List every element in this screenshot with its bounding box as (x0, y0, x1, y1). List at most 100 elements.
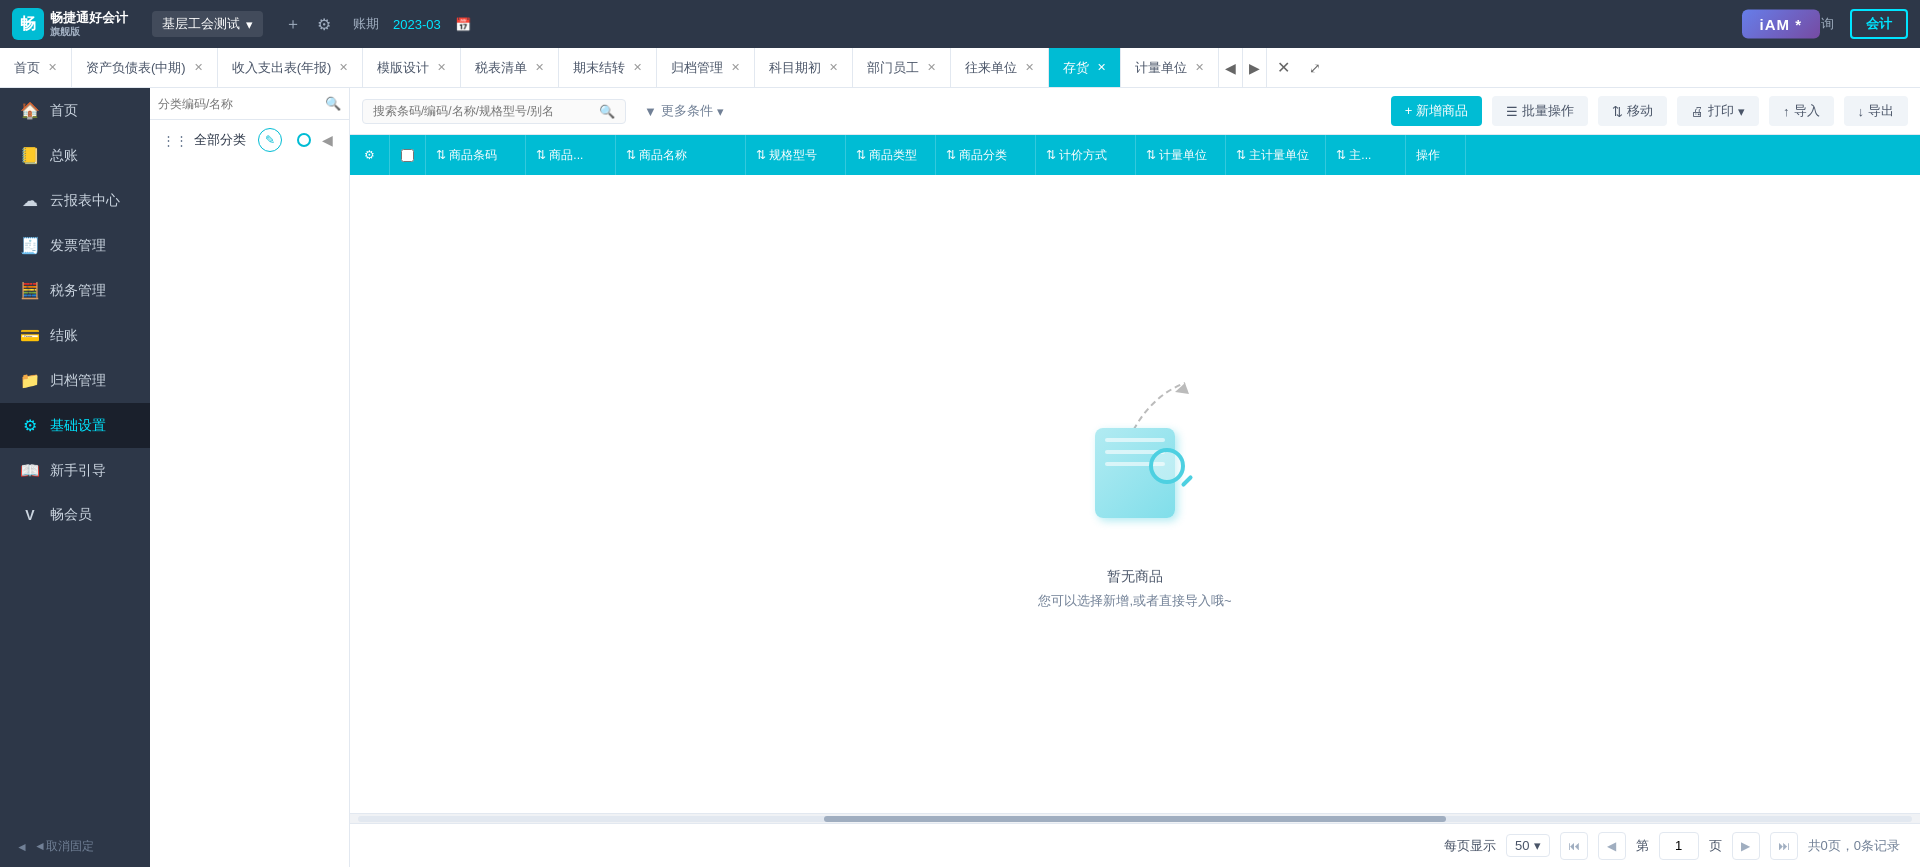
period-label: 账期 (353, 15, 379, 33)
product-search-icon[interactable]: 🔍 (599, 104, 615, 119)
tab-taxlist[interactable]: 税表清单 ✕ (461, 48, 559, 88)
page-number-input[interactable] (1659, 832, 1699, 860)
th-settings[interactable]: ⚙ (350, 135, 390, 175)
product-search-input[interactable] (373, 104, 593, 118)
period-value: 2023-03 (393, 17, 441, 32)
th-type[interactable]: ⇅ 商品类型 (846, 135, 936, 175)
page-size-selector[interactable]: 50 ▾ (1506, 834, 1549, 857)
tab-home[interactable]: 首页 ✕ (0, 48, 72, 88)
th-unit[interactable]: ⇅ 计量单位 (1136, 135, 1226, 175)
th-main-unit[interactable]: ⇅ 主计量单位 (1226, 135, 1326, 175)
th-checkbox[interactable] (390, 135, 426, 175)
tab-balance[interactable]: 资产负债表(中期) ✕ (72, 48, 218, 88)
tab-subjects-close[interactable]: ✕ (829, 61, 838, 74)
add-tab-button[interactable]: ＋ (281, 10, 305, 39)
sidebar-item-tax[interactable]: 🧮 税务管理 (0, 268, 150, 313)
sidebar-item-archivemgr[interactable]: 📁 归档管理 (0, 358, 150, 403)
category-search-icon[interactable]: 🔍 (325, 96, 341, 111)
page-next-btn[interactable]: ▶ (1732, 832, 1760, 860)
tab-home-close[interactable]: ✕ (48, 61, 57, 74)
sidebar-item-cloud[interactable]: ☁ 云报表中心 (0, 178, 150, 223)
tab-measure-label: 计量单位 (1135, 59, 1187, 77)
category-edit-btn[interactable]: ✎ (258, 128, 282, 152)
th-category[interactable]: ⇅ 商品分类 (936, 135, 1036, 175)
settings-icon[interactable]: ⚙ (313, 11, 335, 38)
table-panel: 🔍 ▼ 更多条件 ▾ + 新增商品 ☰ 批量操作 (350, 88, 1920, 867)
tab-template[interactable]: 模版设计 ✕ (363, 48, 461, 88)
filter-chevron-icon: ▾ (717, 104, 724, 119)
tab-department[interactable]: 部门员工 ✕ (853, 48, 951, 88)
tab-taxlist-close[interactable]: ✕ (535, 61, 544, 74)
sidebar-item-ledger[interactable]: 📒 总账 (0, 133, 150, 178)
export-button[interactable]: ↓ 导出 (1844, 96, 1909, 126)
tab-inventory-close[interactable]: ✕ (1097, 61, 1106, 74)
tab-expand[interactable]: ⤢ (1299, 48, 1331, 88)
tab-income[interactable]: 收入支出表(年报) ✕ (218, 48, 364, 88)
grid-icon: ⋮⋮ (162, 133, 188, 148)
th-barcode-label: ⇅ 商品条码 (436, 147, 497, 164)
company-selector[interactable]: 基层工会测试 ▾ (152, 11, 263, 37)
import-button[interactable]: ↑ 导入 (1769, 96, 1834, 126)
sidebar-collapse-btn[interactable]: ◄ ◄取消固定 (0, 826, 150, 867)
sidebar-item-member[interactable]: V 畅会员 (0, 493, 150, 537)
tab-close-all[interactable]: ✕ (1267, 48, 1299, 88)
sidebar-item-settings[interactable]: ⚙ 基础设置 (0, 403, 150, 448)
tab-department-close[interactable]: ✕ (927, 61, 936, 74)
batch-ops-button[interactable]: ☰ 批量操作 (1492, 96, 1588, 126)
th-spec[interactable]: ⇅ 规格型号 (746, 135, 846, 175)
select-all-checkbox[interactable] (401, 149, 414, 162)
iam-badge[interactable]: iAM * (1742, 10, 1821, 39)
page-prev-btn[interactable]: ◀ (1598, 832, 1626, 860)
company-name: 基层工会测试 (162, 15, 240, 33)
th-barcode[interactable]: ⇅ 商品条码 (426, 135, 526, 175)
sidebar-item-invoice[interactable]: 🧾 发票管理 (0, 223, 150, 268)
tab-measure[interactable]: 计量单位 ✕ (1121, 48, 1219, 88)
scrollbar-thumb[interactable] (824, 816, 1446, 822)
add-product-button[interactable]: + 新增商品 (1391, 96, 1482, 126)
invoice-icon: 🧾 (20, 236, 40, 255)
tab-balance-close[interactable]: ✕ (194, 61, 203, 74)
dropdown-icon: ▾ (246, 17, 253, 32)
category-panel: 🔍 ⋮⋮ 全部分类 ✎ ◀ (150, 88, 350, 867)
move-button[interactable]: ⇅ 移动 (1598, 96, 1667, 126)
tab-measure-close[interactable]: ✕ (1195, 61, 1204, 74)
tab-template-close[interactable]: ✕ (437, 61, 446, 74)
cloud-icon: ☁ (20, 191, 40, 210)
tab-contacts[interactable]: 往来单位 ✕ (951, 48, 1049, 88)
tab-income-close[interactable]: ✕ (339, 61, 348, 74)
tab-income-label: 收入支出表(年报) (232, 59, 332, 77)
sidebar-home-label: 首页 (50, 102, 78, 120)
more-filters-btn[interactable]: ▼ 更多条件 ▾ (636, 98, 732, 124)
calendar-icon[interactable]: 📅 (455, 17, 471, 32)
tab-scroll-right[interactable]: ▶ (1243, 48, 1267, 88)
tab-inventory[interactable]: 存货 ✕ (1049, 48, 1121, 88)
th-pricing[interactable]: ⇅ 计价方式 (1036, 135, 1136, 175)
tab-carryover-close[interactable]: ✕ (633, 61, 642, 74)
top-right-actions: 🎧 人工咨询 会计 iAM * (1762, 9, 1908, 39)
tab-contacts-close[interactable]: ✕ (1025, 61, 1034, 74)
page-last-btn[interactable]: ⏭ (1770, 832, 1798, 860)
kuaiji-button[interactable]: 会计 (1850, 9, 1908, 39)
sidebar-item-guide[interactable]: 📖 新手引导 (0, 448, 150, 493)
active-dot (297, 133, 311, 147)
tab-department-label: 部门员工 (867, 59, 919, 77)
tab-archive-close[interactable]: ✕ (731, 61, 740, 74)
guide-icon: 📖 (20, 461, 40, 480)
horizontal-scrollbar[interactable] (350, 813, 1920, 823)
more-filters-label: 更多条件 (661, 102, 713, 120)
tab-archive[interactable]: 归档管理 ✕ (657, 48, 755, 88)
th-name[interactable]: ⇅ 商品名称 (616, 135, 746, 175)
category-collapse-btn[interactable]: ◀ (317, 130, 337, 150)
sidebar-item-checkout[interactable]: 💳 结账 (0, 313, 150, 358)
category-all-row[interactable]: ⋮⋮ 全部分类 ✎ ◀ (150, 120, 349, 160)
th-num[interactable]: ⇅ 主... (1326, 135, 1406, 175)
sidebar-item-home[interactable]: 🏠 首页 (0, 88, 150, 133)
tab-scroll-left[interactable]: ◀ (1219, 48, 1243, 88)
tab-carryover[interactable]: 期末结转 ✕ (559, 48, 657, 88)
page-first-btn[interactable]: ⏮ (1560, 832, 1588, 860)
category-search-input[interactable] (158, 97, 319, 111)
category-search-row: 🔍 (150, 88, 349, 120)
tab-subjects[interactable]: 科目期初 ✕ (755, 48, 853, 88)
print-button[interactable]: 🖨 打印 ▾ (1677, 96, 1759, 126)
th-code[interactable]: ⇅ 商品... (526, 135, 616, 175)
